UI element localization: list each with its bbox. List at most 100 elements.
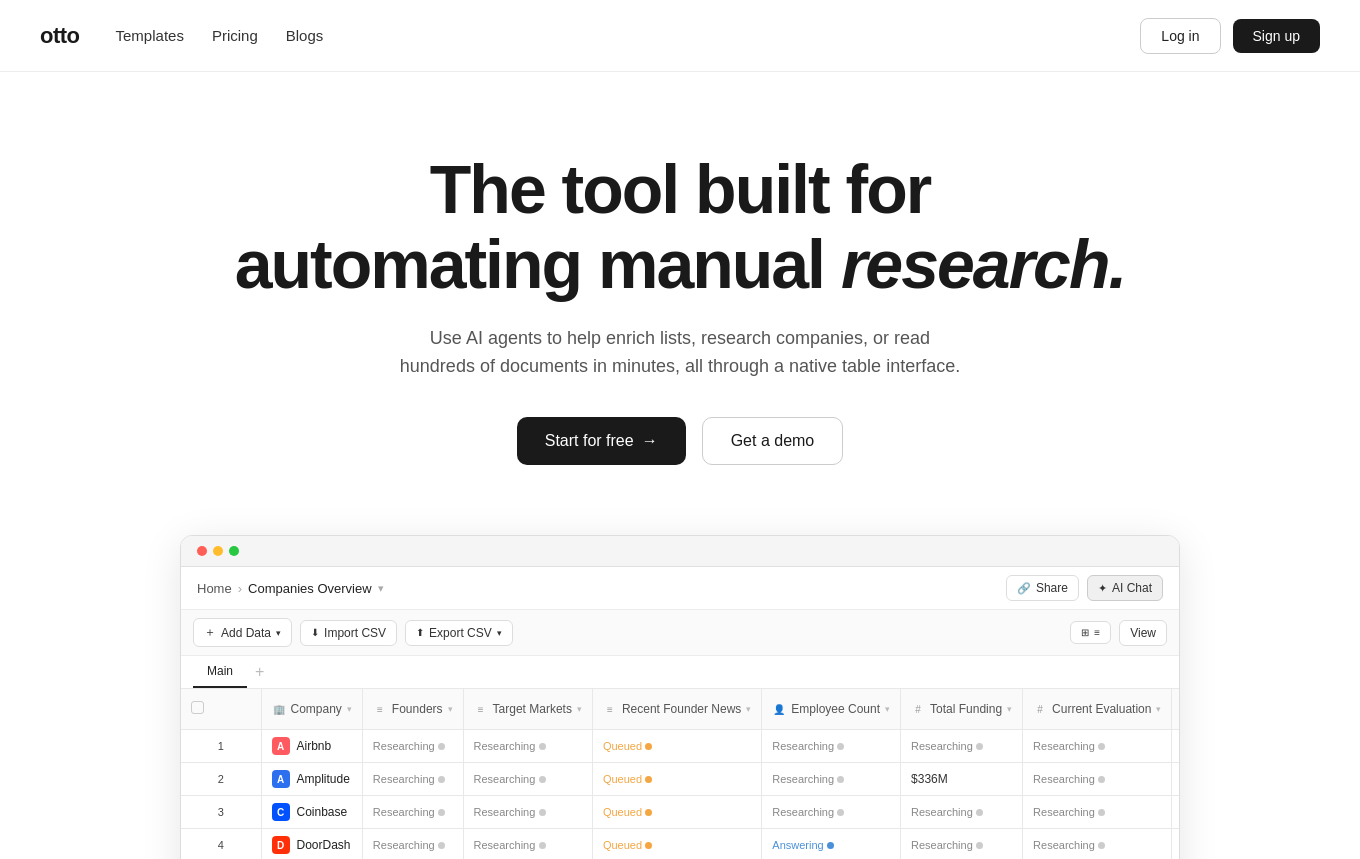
hero-subtext: Use AI agents to help enrich lists, rese…	[400, 324, 960, 382]
nav-links: Templates Pricing Blogs	[116, 27, 324, 45]
cell: Researching	[901, 730, 1023, 763]
header-checkbox[interactable]	[181, 689, 261, 730]
col-header-current-eval: # Current Evaluation ▾	[1023, 689, 1172, 730]
breadcrumb-home[interactable]: Home	[197, 581, 232, 596]
view-options-button[interactable]: ⊞ ≡	[1070, 621, 1111, 644]
cell: Researching	[362, 796, 463, 829]
cell: Researching	[362, 763, 463, 796]
signup-button[interactable]: Sign up	[1233, 19, 1320, 53]
cell: Researching	[1023, 796, 1172, 829]
company-logo: D	[272, 836, 290, 854]
window-maximize-dot	[229, 546, 239, 556]
ai-chat-button[interactable]: ✦ AI Chat	[1087, 575, 1163, 601]
breadcrumb-chevron-icon: ▾	[378, 582, 384, 595]
cell: Answering	[762, 829, 901, 859]
cell: Researching	[901, 829, 1023, 859]
hero-section: The tool built for automating manual res…	[0, 72, 1360, 515]
cell: Researching	[463, 730, 592, 763]
sort-icon: ▾	[347, 704, 352, 714]
cell: Researching	[463, 829, 592, 859]
export-csv-button[interactable]: ⬆ Export CSV ▾	[405, 620, 513, 646]
logo[interactable]: otto	[40, 23, 80, 49]
tab-bar: Main +	[181, 656, 1179, 689]
nav-left: otto Templates Pricing Blogs	[40, 23, 323, 49]
hash-icon: #	[911, 702, 925, 716]
row-extra	[1172, 829, 1179, 859]
col-add[interactable]: +	[1172, 689, 1179, 730]
sort-icon-2: ▾	[448, 704, 453, 714]
login-button[interactable]: Log in	[1140, 18, 1220, 54]
col-header-founders: ≡ Founders ▾	[362, 689, 463, 730]
window-close-dot	[197, 546, 207, 556]
navbar: otto Templates Pricing Blogs Log in Sign…	[0, 0, 1360, 72]
col-header-total-funding: # Total Funding ▾	[901, 689, 1023, 730]
person-icon: ≡	[373, 702, 387, 716]
row-num: 3	[181, 796, 261, 829]
company-name-text: Coinbase	[297, 805, 348, 819]
share-button[interactable]: 🔗 Share	[1006, 575, 1079, 601]
building-icon: 🏢	[272, 702, 286, 716]
view-button[interactable]: View	[1119, 620, 1167, 646]
person-icon-2: 👤	[772, 702, 786, 716]
nav-item-templates[interactable]: Templates	[116, 27, 184, 45]
demo-section: Home › Companies Overview ▾ 🔗 Share ✦ AI…	[0, 535, 1360, 859]
company-cell: C Coinbase	[261, 796, 362, 829]
chevron-down-icon: ▾	[276, 628, 281, 638]
table-row[interactable]: 1 A Airbnb Researching Researching Queue…	[181, 730, 1179, 763]
list-icon-2: ≡	[474, 702, 488, 716]
col-header-company: 🏢 Company ▾	[261, 689, 362, 730]
sort-icon-5: ▾	[885, 704, 890, 714]
table-container: 🏢 Company ▾ ≡ Founders ▾	[181, 689, 1179, 859]
cell: Researching	[463, 796, 592, 829]
table-row[interactable]: 2 A Amplitude Researching Researching Qu…	[181, 763, 1179, 796]
col-header-employee-count: 👤 Employee Count ▾	[762, 689, 901, 730]
table-toolbar: ＋ Add Data ▾ ⬇ Import CSV ⬆ Export CSV ▾…	[181, 610, 1179, 656]
window-topbar	[181, 536, 1179, 567]
demo-window: Home › Companies Overview ▾ 🔗 Share ✦ AI…	[180, 535, 1180, 859]
row-num: 1	[181, 730, 261, 763]
sort-icon-4: ▾	[746, 704, 751, 714]
start-free-button[interactable]: Start for free →	[517, 417, 686, 465]
get-demo-button[interactable]: Get a demo	[702, 417, 844, 465]
col-header-target-markets: ≡ Target Markets ▾	[463, 689, 592, 730]
nav-item-blogs[interactable]: Blogs	[286, 27, 324, 45]
company-name-text: Amplitude	[297, 772, 350, 786]
company-logo: A	[272, 770, 290, 788]
row-extra	[1172, 763, 1179, 796]
cell: Queued	[592, 829, 761, 859]
cell: Queued	[592, 730, 761, 763]
cell: Researching	[762, 796, 901, 829]
import-csv-button[interactable]: ⬇ Import CSV	[300, 620, 397, 646]
sort-icon-7: ▾	[1156, 704, 1161, 714]
tab-main[interactable]: Main	[193, 656, 247, 688]
cell: Researching	[901, 796, 1023, 829]
plus-icon: ＋	[204, 624, 216, 641]
list-icon-3: ≡	[603, 702, 617, 716]
cell: Researching	[1023, 829, 1172, 859]
add-data-button[interactable]: ＋ Add Data ▾	[193, 618, 292, 647]
checkbox-icon	[191, 701, 204, 714]
ai-icon: ✦	[1098, 582, 1107, 595]
table-row[interactable]: 4 D DoorDash Researching Researching Que…	[181, 829, 1179, 859]
sort-icon-3: ▾	[577, 704, 582, 714]
cell: Researching	[1023, 730, 1172, 763]
cell: Researching	[762, 763, 901, 796]
breadcrumb-sep: ›	[238, 581, 242, 596]
hero-headline: The tool built for automating manual res…	[235, 152, 1126, 302]
row-extra	[1172, 796, 1179, 829]
cell: Researching	[362, 829, 463, 859]
chevron-down-icon-2: ▾	[497, 628, 502, 638]
window-actions: 🔗 Share ✦ AI Chat	[1006, 575, 1163, 601]
import-icon: ⬇	[311, 627, 319, 638]
add-tab-icon[interactable]: +	[247, 659, 272, 685]
breadcrumb: Home › Companies Overview ▾	[197, 581, 384, 596]
sort-icon-6: ▾	[1007, 704, 1012, 714]
company-logo: A	[272, 737, 290, 755]
nav-item-pricing[interactable]: Pricing	[212, 27, 258, 45]
company-name-text: Airbnb	[297, 739, 332, 753]
hash-icon-2: #	[1033, 702, 1047, 716]
table-row[interactable]: 3 C Coinbase Researching Researching Que…	[181, 796, 1179, 829]
nav-right: Log in Sign up	[1140, 18, 1320, 54]
breadcrumb-current[interactable]: Companies Overview	[248, 581, 372, 596]
cell: $336M	[901, 763, 1023, 796]
